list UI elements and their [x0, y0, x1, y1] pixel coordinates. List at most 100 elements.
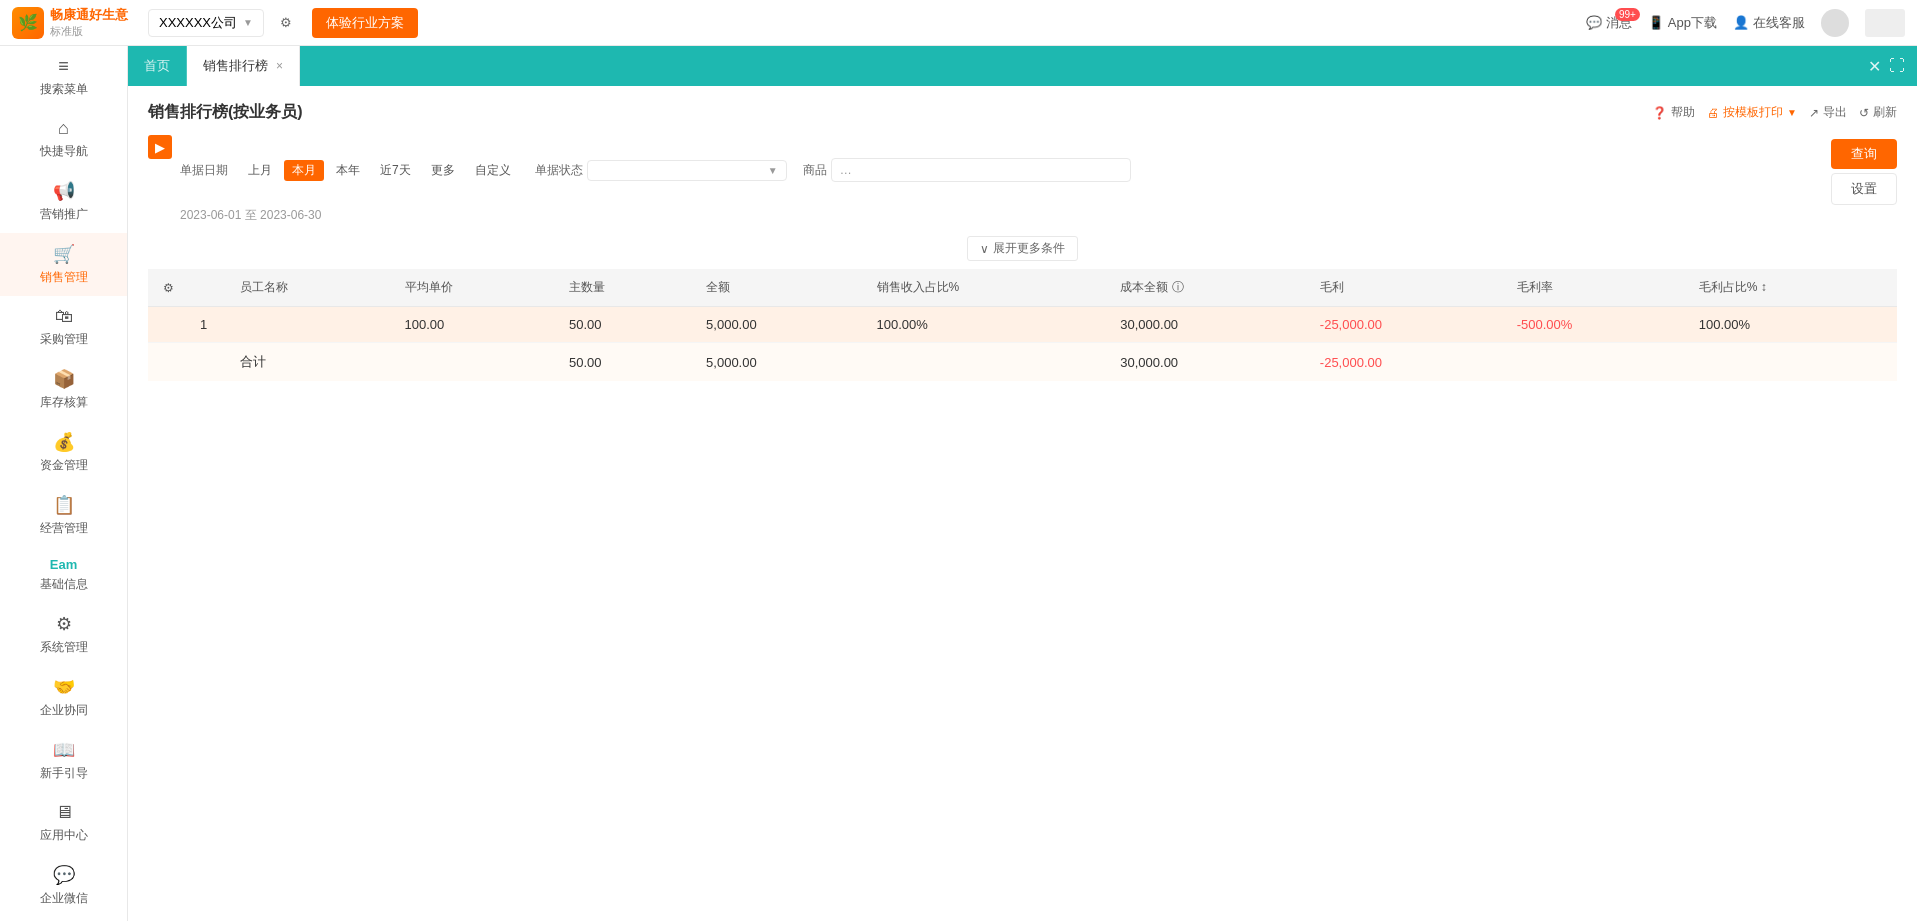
cell-sales-pct: 100.00%	[865, 307, 1109, 343]
avatar[interactable]	[1821, 9, 1849, 37]
message-icon: 💬	[1586, 15, 1602, 30]
logo-icon: 🌿	[12, 7, 44, 39]
logo-text: 畅康通好生意 标准版	[50, 6, 128, 39]
settings-icon[interactable]: ⚙	[272, 9, 300, 37]
expand-more-button[interactable]: ∨ 展开更多条件	[967, 236, 1078, 261]
page-header: 销售排行榜(按业务员) ❓ 帮助 🖨 按模板打印 ▼ ↗	[128, 86, 1917, 123]
cell-settings	[148, 307, 188, 343]
online-service-button[interactable]: 👤 在线客服	[1733, 14, 1805, 32]
sidebar-item-system[interactable]: ⚙ 系统管理	[0, 603, 127, 666]
tab-home[interactable]: 首页	[128, 46, 187, 86]
refresh-button[interactable]: ↺ 刷新	[1859, 104, 1897, 121]
tab-fullscreen-icon[interactable]: ⛶	[1889, 57, 1905, 75]
col-sales-pct: 销售收入占比%	[865, 269, 1109, 307]
sidebar-item-purchase[interactable]: 🛍 采购管理	[0, 296, 127, 358]
col-qty: 主数量	[557, 269, 694, 307]
table-row: 1 100.00 50.00 5,000.00 100.00% 30,000.0…	[148, 307, 1897, 343]
print-arrow-icon: ▼	[1787, 107, 1797, 118]
sidebar-item-quicknav[interactable]: ⌂ 快捷导航	[0, 108, 127, 170]
sidebar-item-search[interactable]: ≡ 搜索菜单	[0, 46, 127, 108]
export-button[interactable]: ↗ 导出	[1809, 104, 1847, 121]
help-icon: ❓	[1652, 106, 1667, 120]
cell-qty: 50.00	[557, 307, 694, 343]
filter-area: ▶ 单据日期 上月 本月 本年 近7天 更多 自定义	[128, 123, 1917, 228]
sidebar-item-finance[interactable]: 💰 资金管理	[0, 421, 127, 484]
finance-icon: 💰	[53, 431, 75, 453]
date-tab-custom[interactable]: 自定义	[467, 160, 519, 181]
cell-rank: 1	[188, 307, 228, 343]
print-icon: 🖨	[1707, 106, 1719, 120]
date-tab-this-year[interactable]: 本年	[328, 160, 368, 181]
sidebar-item-marketing[interactable]: 📢 营销推广	[0, 170, 127, 233]
col-gross-rate: 毛利率	[1505, 269, 1687, 307]
filter-inner: 单据日期 上月 本月 本年 近7天 更多 自定义 单据状态	[180, 135, 1897, 224]
cell-employee-name	[228, 307, 393, 343]
basics-icon: Eam	[50, 557, 77, 572]
col-rank	[188, 269, 228, 307]
page-title: 销售排行榜(按业务员)	[148, 102, 303, 123]
footer-amount: 5,000.00	[694, 343, 864, 382]
help-button[interactable]: ❓ 帮助	[1652, 104, 1695, 121]
print-button[interactable]: 🖨 按模板打印 ▼	[1707, 104, 1797, 121]
column-settings-button[interactable]: 设置	[1831, 173, 1897, 205]
header-actions: ❓ 帮助 🖨 按模板打印 ▼ ↗ 导出 ↺	[1652, 104, 1897, 121]
tab-sales-ranking[interactable]: 销售排行榜 ×	[187, 46, 300, 86]
tab-bar-right: ✕ ⛶	[1868, 57, 1917, 76]
guide-icon: 📖	[53, 739, 75, 761]
purchase-icon: 🛍	[55, 306, 73, 327]
export-icon: ↗	[1809, 106, 1819, 120]
sidebar-item-wechat[interactable]: 💬 企业微信	[0, 854, 127, 917]
sidebar-item-basics[interactable]: Eam 基础信息	[0, 547, 127, 603]
expand-row: ∨ 展开更多条件	[128, 228, 1917, 269]
footer-sales-pct	[865, 343, 1109, 382]
cell-gross: -25,000.00	[1308, 307, 1505, 343]
goods-filter: 商品 …	[803, 158, 1131, 182]
status-dropdown[interactable]: ▼	[587, 160, 787, 181]
date-status-select[interactable]: 单据状态 ▼	[535, 160, 787, 181]
footer-gross-rate	[1505, 343, 1687, 382]
sidebar-item-sales[interactable]: 🛒 销售管理	[0, 233, 127, 296]
goods-label: 商品	[803, 162, 827, 179]
wechat-icon: 💬	[53, 864, 75, 886]
table-footer-row: 合计 50.00 5,000.00 30,000.00 -25,000.00	[148, 343, 1897, 382]
sidebar-item-management[interactable]: 📋 经营管理	[0, 484, 127, 547]
status-arrow-icon: ▼	[768, 165, 778, 176]
sidebar-item-inventory[interactable]: 📦 库存核算	[0, 358, 127, 421]
col-settings[interactable]: ⚙	[148, 269, 188, 307]
col-gross-pct: 毛利占比% ↕	[1687, 269, 1897, 307]
date-range-row: 2023-06-01 至 2023-06-30	[180, 205, 1897, 224]
goods-dropdown[interactable]: …	[831, 158, 1131, 182]
messages-button[interactable]: 💬 消息 99+	[1586, 14, 1632, 32]
query-button[interactable]: 查询	[1831, 139, 1897, 169]
top-right: 💬 消息 99+ 📱 App下载 👤 在线客服	[1586, 9, 1905, 37]
tab-close-window-icon[interactable]: ✕	[1868, 57, 1881, 76]
footer-gross: -25,000.00	[1308, 343, 1505, 382]
date-tab-prev-month[interactable]: 上月	[240, 160, 280, 181]
chevron-down-icon: ▼	[243, 17, 253, 28]
company-selector[interactable]: XXXXXX公司 ▼	[148, 9, 264, 37]
user-name	[1865, 9, 1905, 37]
tab-close-icon[interactable]: ×	[276, 59, 283, 73]
sidebar-item-apps[interactable]: 🖥 应用中心	[0, 792, 127, 854]
date-tab-more[interactable]: 更多	[423, 160, 463, 181]
enterprise-icon: 🤝	[53, 676, 75, 698]
status-label: 单据状态	[535, 162, 583, 179]
date-range-text: 2023-06-01 至 2023-06-30	[180, 207, 1897, 224]
sidebar-item-member[interactable]: V 畅会员	[0, 917, 127, 921]
col-avg-price: 平均单价	[393, 269, 558, 307]
sidebar-item-enterprise[interactable]: 🤝 企业协同	[0, 666, 127, 729]
app-download-button[interactable]: 📱 App下载	[1648, 14, 1717, 32]
col-amount: 全额	[694, 269, 864, 307]
date-tab-7days[interactable]: 近7天	[372, 160, 419, 181]
apps-icon: 🖥	[55, 802, 73, 823]
logo: 🌿 畅康通好生意 标准版	[12, 6, 128, 39]
content-area: 首页 销售排行榜 × ✕ ⛶ 销售排行榜(按业务员) ❓	[128, 46, 1917, 921]
filter-toggle-button[interactable]: ▶	[148, 135, 172, 159]
refresh-icon: ↺	[1859, 106, 1869, 120]
sidebar-item-guide[interactable]: 📖 新手引导	[0, 729, 127, 792]
sidebar: ≡ 搜索菜单 ⌂ 快捷导航 📢 营销推广 🛒 销售管理 🛍 采购管理 📦 库	[0, 46, 128, 921]
trial-button[interactable]: 体验行业方案	[312, 8, 418, 38]
footer-avg-price	[393, 343, 558, 382]
date-tab-this-month[interactable]: 本月	[284, 160, 324, 181]
cell-gross-rate: -500.00%	[1505, 307, 1687, 343]
